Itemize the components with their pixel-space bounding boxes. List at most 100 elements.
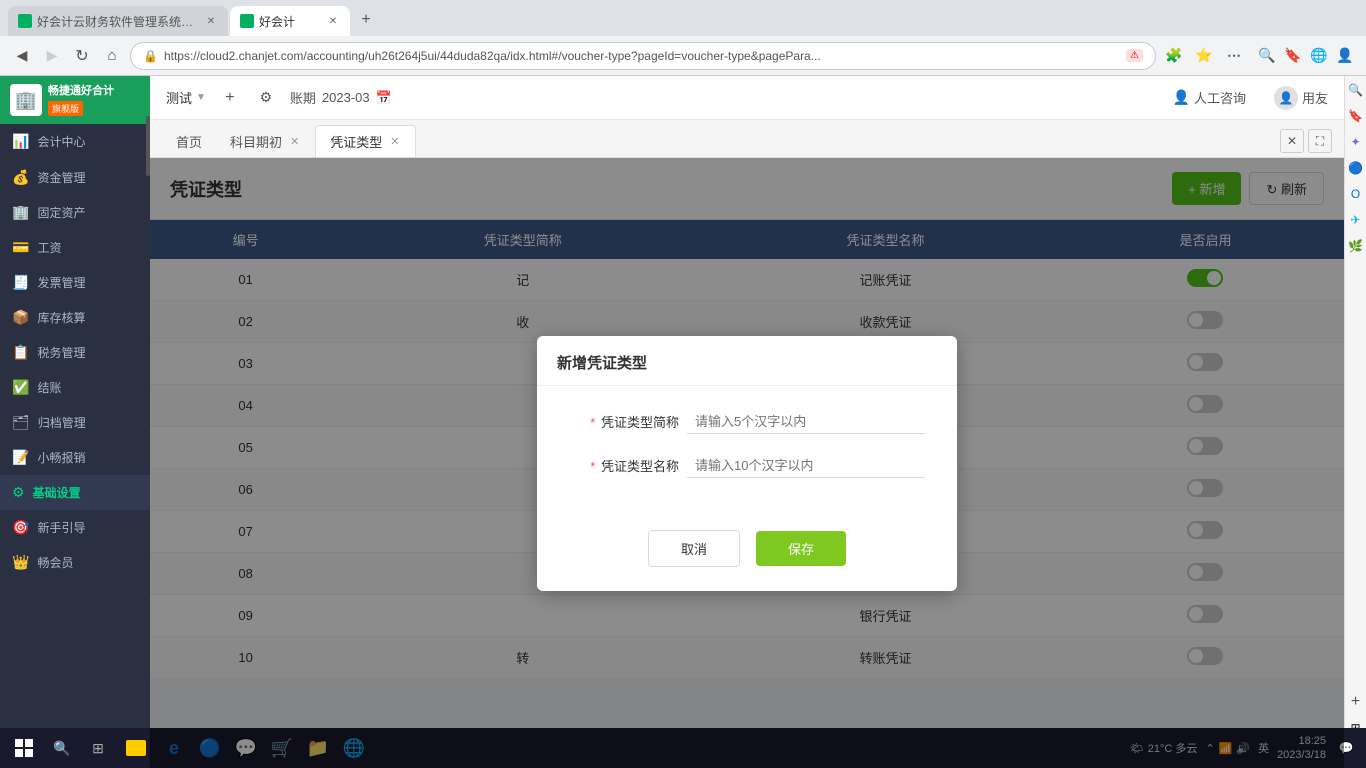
tab-home-label: 首页	[176, 132, 202, 151]
tab2-favicon	[240, 14, 254, 28]
tab-subject-close[interactable]: ✕	[288, 133, 301, 150]
tab1-title: 好会计云财务软件管理系统_会计	[37, 13, 199, 30]
name-required: *	[590, 459, 595, 474]
tab-home[interactable]: 首页	[162, 125, 216, 157]
ext-panel-btn-7[interactable]: 🌿	[1346, 236, 1366, 256]
app-tab-bar: 首页 科目期初 ✕ 凭证类型 ✕ ✕ ⛶	[150, 120, 1344, 158]
archive-icon: 🗂	[12, 414, 30, 431]
sidebar-label-member: 畅会员	[37, 554, 73, 571]
consult-button[interactable]: 👤 人工咨询	[1173, 88, 1246, 107]
tab-voucher-close[interactable]: ✕	[388, 133, 401, 150]
forward-button[interactable]: ▶	[40, 44, 64, 68]
tab-voucher-label: 凭证类型	[330, 132, 382, 151]
sidebar-label-settlement: 结账	[37, 379, 61, 396]
ext-panel-btn-6[interactable]: ✈	[1346, 210, 1366, 230]
tab1-favicon	[18, 14, 32, 28]
tab-maximize-button[interactable]: ⛶	[1308, 129, 1332, 153]
payroll-icon: 💳	[12, 239, 29, 256]
tab2-close[interactable]: ✕	[326, 14, 340, 28]
back-button[interactable]: ◀	[10, 44, 34, 68]
modal-dialog: 新增凭证类型 * 凭证类型简称	[537, 336, 957, 591]
new-tab-button[interactable]: +	[352, 6, 380, 34]
abbr-input[interactable]	[687, 410, 925, 434]
favorites-button[interactable]: ⭐	[1192, 44, 1216, 68]
sidebar-logo: 🏢 畅捷通好合计 旗舰版	[0, 76, 150, 124]
period-value: 2023-03	[322, 90, 370, 105]
modal-footer: 取消 保存	[537, 522, 957, 591]
modal-overlay: 新增凭证类型 * 凭证类型简称	[150, 158, 1344, 768]
sidebar-item-capital[interactable]: 💰 资金管理	[0, 160, 150, 195]
taskbar-start[interactable]	[8, 732, 40, 764]
security-badge: ⚠	[1126, 49, 1143, 62]
sidebar-item-guide[interactable]: 🎯 新手引导	[0, 510, 150, 545]
tab-subject-init[interactable]: 科目期初 ✕	[216, 125, 315, 157]
tab1-close[interactable]: ✕	[204, 14, 218, 28]
ext-panel-btn-2[interactable]: 🔖	[1346, 106, 1366, 126]
name-input[interactable]	[687, 454, 925, 478]
company-name: 测试	[166, 88, 192, 107]
cancel-button[interactable]: 取消	[648, 530, 740, 567]
consult-icon: 👤	[1173, 89, 1190, 106]
browser-tab-2[interactable]: 好会计 ✕	[230, 6, 350, 36]
user-label: 用友	[1302, 88, 1328, 107]
sidebar-label-tax: 税务管理	[37, 344, 85, 361]
taskbar-file-explorer[interactable]	[120, 732, 152, 764]
url-bar[interactable]: 🔒 https://cloud2.chanjet.com/accounting/…	[130, 42, 1156, 70]
ext-panel-btn-3[interactable]: ✦	[1346, 132, 1366, 152]
home-button[interactable]: ⌂	[100, 44, 124, 68]
settings-gear-button[interactable]: ⚙	[254, 86, 278, 110]
sidebar-item-payroll[interactable]: 💳 工资	[0, 230, 150, 265]
sidebar-label-invoice: 发票管理	[37, 274, 85, 291]
sidebar-item-inventory[interactable]: 📦 库存核算	[0, 300, 150, 335]
consult-label: 人工咨询	[1194, 88, 1246, 107]
sidebar-item-settings[interactable]: ⚙ 基础设置	[0, 475, 150, 510]
refresh-button[interactable]: ↻	[70, 44, 94, 68]
tab-voucher-type[interactable]: 凭证类型 ✕	[315, 125, 416, 157]
taskbar-task-view[interactable]: ⊞	[84, 734, 112, 762]
ext-panel-btn-plus[interactable]: +	[1346, 692, 1366, 712]
expense-icon: 📝	[12, 449, 29, 466]
sidebar-label-expense: 小畅报销	[37, 449, 85, 466]
sidebar-item-member[interactable]: 👑 畅会员	[0, 545, 150, 580]
modal-title: 新增凭证类型	[557, 352, 647, 373]
sidebar-item-dashboard[interactable]: 📊 会计中心	[0, 124, 150, 160]
ext-bookmark-icon[interactable]: 🔖	[1282, 45, 1304, 67]
taskbar-search[interactable]: 🔍	[48, 734, 76, 762]
extensions-button[interactable]: 🧩	[1162, 44, 1186, 68]
abbr-label: * 凭证类型简称	[569, 412, 679, 431]
invoice-icon: 🧾	[12, 274, 29, 291]
sidebar-item-archive[interactable]: 🗂 归档管理	[0, 405, 150, 440]
logo-text: 畅捷通好合计	[48, 84, 114, 98]
ext-person-icon[interactable]: 👤	[1334, 45, 1356, 67]
save-button[interactable]: 保存	[756, 531, 846, 566]
period-label: 账期	[290, 88, 316, 107]
inventory-icon: 📦	[12, 309, 29, 326]
company-selector[interactable]: 测试 ▼	[166, 88, 206, 107]
tab-close-all-button[interactable]: ✕	[1280, 129, 1304, 153]
browser-menu-button[interactable]: ⋯	[1222, 44, 1246, 68]
ext-panel-btn-1[interactable]: 🔍	[1346, 80, 1366, 100]
sidebar-item-settlement[interactable]: ✅ 结账	[0, 370, 150, 405]
company-dropdown-icon: ▼	[196, 92, 206, 103]
abbr-required: *	[590, 415, 595, 430]
sidebar-item-expense[interactable]: 📝 小畅报销	[0, 440, 150, 475]
period-icon: 📅	[376, 90, 392, 106]
browser-tab-1[interactable]: 好会计云财务软件管理系统_会计 ✕	[8, 6, 228, 36]
ext-search-icon[interactable]: 🔍	[1256, 45, 1278, 67]
add-company-button[interactable]: +	[218, 86, 242, 110]
ext-translate-icon[interactable]: 🌐	[1308, 45, 1330, 67]
left-sidebar: 🏢 畅捷通好合计 旗舰版 📊 会计中心 💰 资金管理 🏢 固定资产	[0, 76, 150, 768]
sidebar-item-fixed-assets[interactable]: 🏢 固定资产	[0, 195, 150, 230]
lock-icon: 🔒	[143, 49, 158, 63]
user-button[interactable]: 👤 用友	[1274, 86, 1328, 110]
form-item-name: * 凭证类型名称	[569, 454, 925, 478]
sidebar-item-tax[interactable]: 📋 税务管理	[0, 335, 150, 370]
modal-header: 新增凭证类型	[537, 336, 957, 386]
sidebar-label-archive: 归档管理	[38, 414, 86, 431]
ext-panel-btn-5[interactable]: O	[1346, 184, 1366, 204]
ext-panel-btn-4[interactable]: 🔵	[1346, 158, 1366, 178]
sidebar-item-invoice[interactable]: 🧾 发票管理	[0, 265, 150, 300]
tax-icon: 📋	[12, 344, 29, 361]
logo-badge: 旗舰版	[48, 101, 83, 116]
form-item-abbr: * 凭证类型简称	[569, 410, 925, 434]
